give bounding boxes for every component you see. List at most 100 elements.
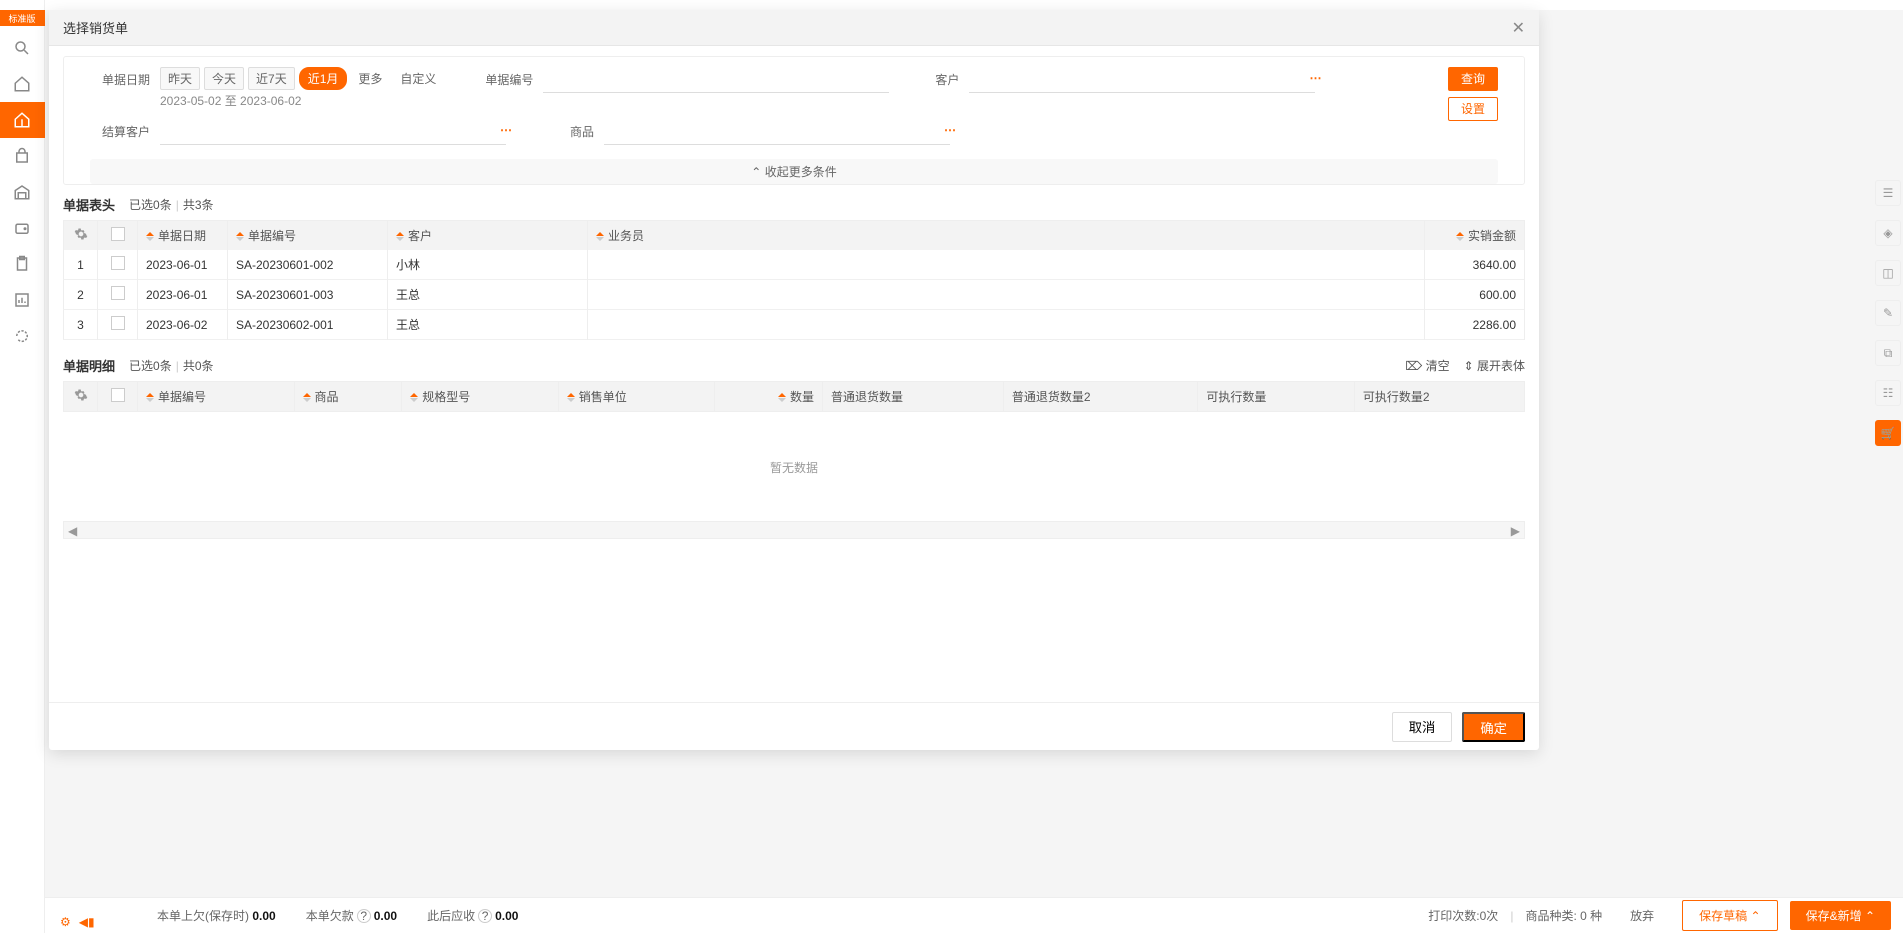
detail-section-heading: 单据明细 已选0条|共0条 ⌦ 清空 ⇕ 展开表体: [63, 356, 1525, 375]
table-row[interactable]: 1 2023-06-01SA-20230601-002小林 3640.00: [64, 250, 1525, 280]
dcol-exec2[interactable]: 可执行数量2: [1354, 382, 1524, 412]
dcol-docno[interactable]: 单据编号: [138, 382, 295, 412]
sort-icon: [303, 393, 311, 402]
scroll-left-icon[interactable]: ◀: [68, 524, 77, 538]
filter-product: 商品 ⋯: [542, 119, 956, 145]
row-docno: SA-20230601-002: [228, 250, 388, 280]
expand-icon: ⇕: [1464, 359, 1474, 373]
gear-column[interactable]: [64, 221, 98, 251]
row-index: 2: [64, 280, 98, 310]
header-section-heading: 单据表头 已选0条|共3条: [63, 195, 1525, 214]
row-rep: [588, 250, 1425, 280]
row-docno: SA-20230601-003: [228, 280, 388, 310]
detail-selected-text: 已选0条: [129, 359, 172, 373]
col-docno[interactable]: 单据编号: [228, 221, 388, 251]
gear-column[interactable]: [64, 382, 98, 412]
row-date: 2023-06-02: [138, 310, 228, 340]
header-table: 单据日期 单据编号 客户 业务员 实销金额 1 2023-06-01SA-2023…: [63, 220, 1525, 340]
modal-title: 选择销货单: [63, 18, 128, 37]
close-icon[interactable]: ✕: [1512, 18, 1525, 38]
dcol-exec1[interactable]: 可执行数量: [1198, 382, 1355, 412]
filter-doc-date: 单据日期 昨天 今天 近7天 近1月 更多 自定义 2: [90, 67, 443, 109]
product-label: 商品: [542, 119, 594, 140]
date-btn-1month[interactable]: 近1月: [299, 67, 348, 90]
filter-doc-no: 单据编号: [473, 67, 889, 109]
col-rep[interactable]: 业务员: [588, 221, 1425, 251]
row-customer: 王总: [388, 310, 588, 340]
filter-settle-customer: 结算客户 ⋯: [90, 119, 512, 145]
modal-header: 选择销货单 ✕: [49, 10, 1539, 46]
cancel-button[interactable]: 取消: [1392, 712, 1453, 742]
header-total-text: 共3条: [183, 198, 214, 212]
detail-table: 单据编号 商品 规格型号 销售单位 数量 普通退货数量 普通退货数量2 可执行数…: [63, 381, 1525, 412]
product-more-icon[interactable]: ⋯: [944, 123, 956, 137]
customer-label: 客户: [919, 67, 959, 88]
date-range-text: 2023-05-02 至 2023-06-02: [160, 92, 443, 109]
header-selected-text: 已选0条: [129, 198, 172, 212]
filter-panel: 单据日期 昨天 今天 近7天 近1月 更多 自定义 2: [63, 56, 1525, 185]
header-section-name: 单据表头: [63, 195, 115, 214]
modal-footer: 取消 确定: [49, 702, 1539, 750]
sort-icon: [778, 393, 786, 402]
row-index: 1: [64, 250, 98, 280]
dcol-unit[interactable]: 销售单位: [558, 382, 715, 412]
filter-customer: 客户 ⋯: [919, 67, 1321, 109]
row-docno: SA-20230602-001: [228, 310, 388, 340]
sort-icon: [1456, 232, 1464, 241]
date-btn-more[interactable]: 更多: [351, 68, 389, 89]
row-amount: 600.00: [1425, 280, 1525, 310]
target-icon: ⌦: [1405, 359, 1422, 373]
col-date[interactable]: 单据日期: [138, 221, 228, 251]
col-customer[interactable]: 客户: [388, 221, 588, 251]
settle-customer-input[interactable]: [160, 119, 506, 145]
detail-empty-text: 暂无数据: [63, 412, 1525, 522]
date-btn-custom[interactable]: 自定义: [393, 68, 443, 89]
row-checkbox[interactable]: [98, 250, 138, 280]
row-date: 2023-06-01: [138, 250, 228, 280]
row-amount: 3640.00: [1425, 250, 1525, 280]
date-btn-today[interactable]: 今天: [204, 67, 244, 90]
row-rep: [588, 310, 1425, 340]
row-customer: 小林: [388, 250, 588, 280]
date-btn-7days[interactable]: 近7天: [248, 67, 295, 90]
product-input[interactable]: [604, 119, 950, 145]
table-row[interactable]: 22023-06-01SA-20230601-003王总600.00: [64, 280, 1525, 310]
sort-icon: [410, 393, 418, 402]
dcol-spec[interactable]: 规格型号: [402, 382, 559, 412]
row-customer: 王总: [388, 280, 588, 310]
table-row[interactable]: 32023-06-02SA-20230602-001王总2286.00: [64, 310, 1525, 340]
select-sales-modal: 选择销货单 ✕ 单据日期 昨天 今天 近7天: [49, 10, 1539, 750]
settle-customer-label: 结算客户: [90, 119, 150, 140]
col-amount[interactable]: 实销金额: [1425, 221, 1525, 251]
doc-date-label: 单据日期: [90, 67, 150, 88]
settings-button[interactable]: 设置: [1448, 97, 1498, 121]
query-button[interactable]: 查询: [1448, 67, 1498, 91]
settle-customer-more-icon[interactable]: ⋯: [500, 123, 512, 137]
row-checkbox[interactable]: [98, 280, 138, 310]
scroll-right-icon[interactable]: ▶: [1511, 524, 1520, 538]
sort-icon: [236, 232, 244, 241]
customer-input[interactable]: [969, 67, 1315, 93]
checkbox-column[interactable]: [98, 221, 138, 251]
checkbox-column[interactable]: [98, 382, 138, 412]
dcol-product[interactable]: 商品: [294, 382, 402, 412]
sort-icon: [596, 232, 604, 241]
dcol-return1[interactable]: 普通退货数量: [823, 382, 1004, 412]
sort-icon: [146, 393, 154, 402]
expand-button[interactable]: ⇕ 展开表体: [1464, 357, 1525, 374]
dcol-return2[interactable]: 普通退货数量2: [1003, 382, 1197, 412]
doc-no-input[interactable]: [543, 67, 889, 93]
row-checkbox[interactable]: [98, 310, 138, 340]
horizontal-scrollbar[interactable]: ◀ ▶: [63, 521, 1525, 539]
confirm-button[interactable]: 确定: [1462, 712, 1525, 742]
customer-more-icon[interactable]: ⋯: [1309, 71, 1321, 85]
date-btn-yesterday[interactable]: 昨天: [160, 67, 200, 90]
dcol-qty[interactable]: 数量: [715, 382, 823, 412]
filter-actions: 查询 设置: [1448, 67, 1498, 155]
detail-total-text: 共0条: [183, 359, 214, 373]
collapse-filters-button[interactable]: ⌃ 收起更多条件: [90, 159, 1498, 184]
sort-icon: [567, 393, 575, 402]
clear-button[interactable]: ⌦ 清空: [1405, 357, 1449, 374]
detail-section-name: 单据明细: [63, 356, 115, 375]
row-rep: [588, 280, 1425, 310]
